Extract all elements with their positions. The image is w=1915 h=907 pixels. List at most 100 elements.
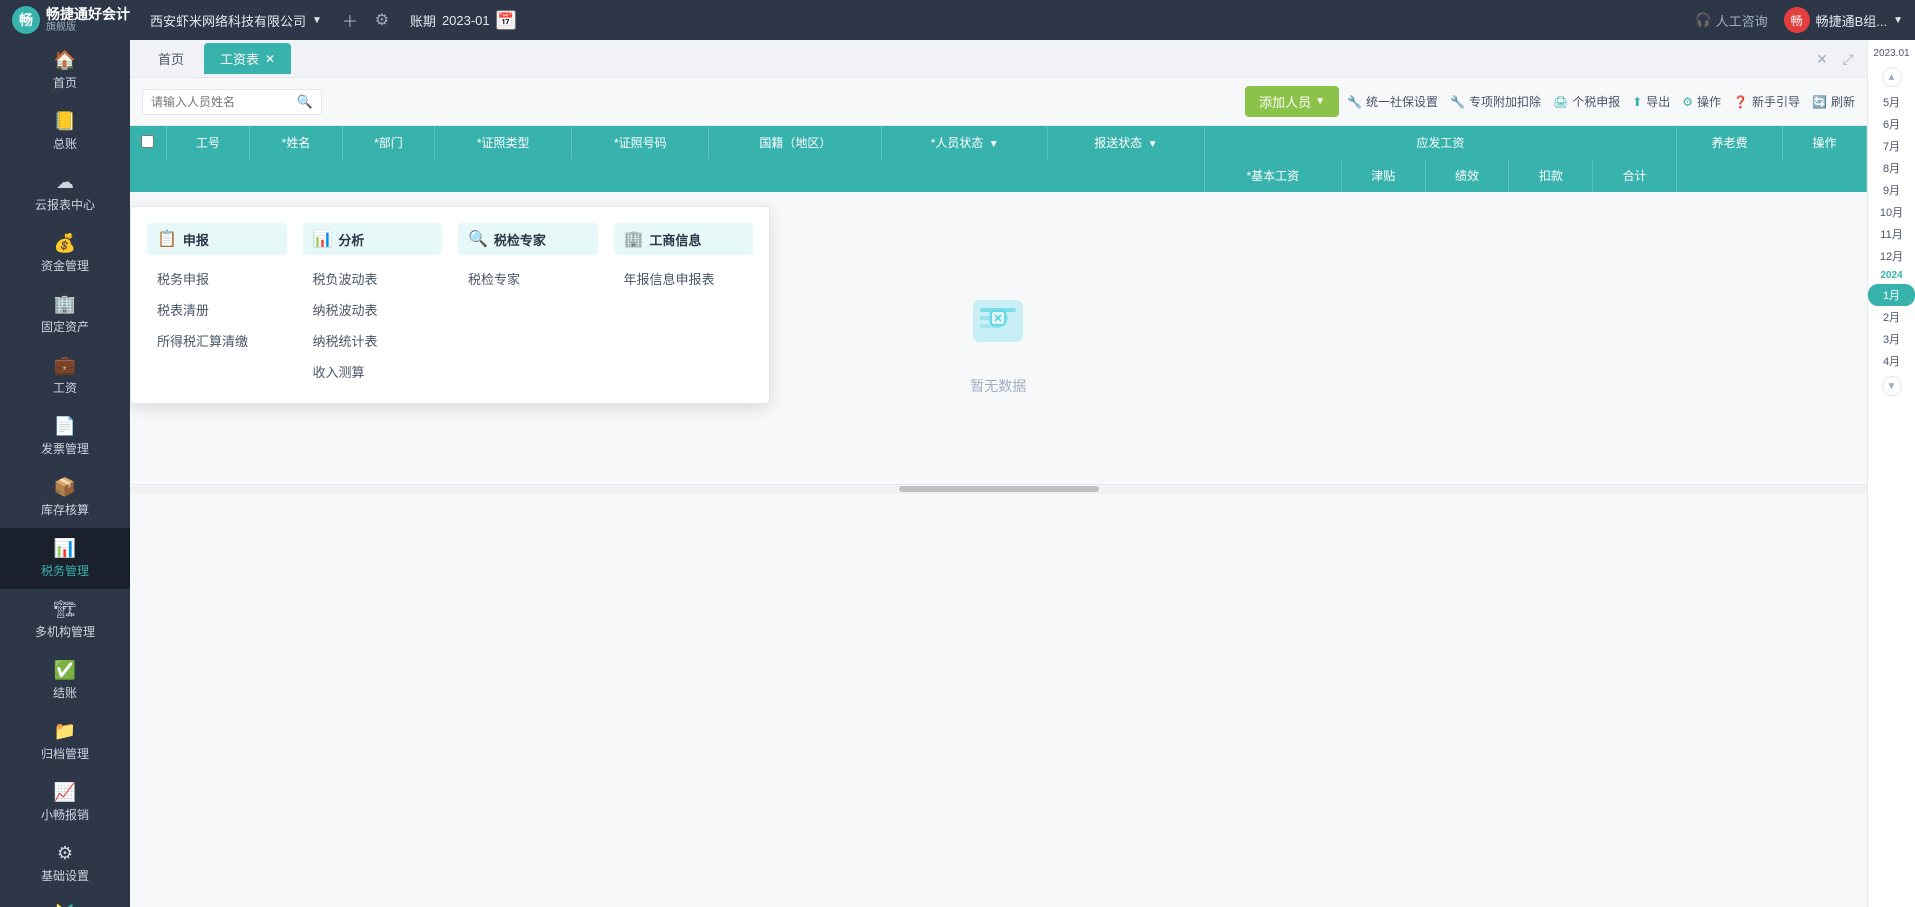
sidebar-item-label: 小畅报销 (41, 806, 89, 823)
th-report-status: 报送状态 ▼ (1047, 126, 1204, 159)
export-icon: ⬆ (1632, 95, 1642, 109)
toolbar-special-deduction-button[interactable]: 🔧 专项附加扣除 (1450, 93, 1541, 110)
chevron-down-icon: ▼ (312, 15, 322, 26)
tab-home[interactable]: 首页 (142, 43, 200, 74)
sidebar-item-tax[interactable]: 📊 税务管理 (0, 528, 130, 589)
th-checkbox[interactable] (130, 126, 166, 159)
calendar-icon[interactable]: 📅 (496, 10, 516, 30)
help-button[interactable]: 🎧 人工咨询 (1695, 11, 1767, 30)
tab-close-icon[interactable]: ✕ (265, 52, 275, 66)
guide-icon: ❓ (1733, 95, 1748, 109)
timeline-month-2024-4月[interactable]: 4月 (1868, 350, 1915, 372)
sidebar-item-report[interactable]: 📈 小畅报销 (0, 772, 130, 833)
tax-menu-item-tax-burden[interactable]: 税负波动表 (303, 263, 443, 294)
tax-menu-popup: 📋 申报 税务申报税表清册所得税汇算清缴 📊 分析 税负波动表纳税波动表纳税统计… (130, 206, 770, 404)
expand-button[interactable]: ⤢ (1837, 48, 1859, 70)
tax-menu-item-expert[interactable]: 税检专家 (458, 263, 598, 294)
period-display: 账期 2023-01 📅 (410, 10, 516, 30)
sidebar: 🏠 首页📒 总账☁ 云报表中心💰 资金管理🏢 固定资产💼 工资📄 发票管理📦 库… (0, 40, 130, 907)
timeline-month-2023-5月[interactable]: 5月 (1868, 91, 1915, 113)
timeline-month-2023-6月[interactable]: 6月 (1868, 113, 1915, 135)
tabs-bar: 首页 工资表✕ (130, 40, 1867, 78)
sidebar-item-fund[interactable]: 💰 资金管理 (0, 223, 130, 284)
sidebar-item-settle[interactable]: ✅ 结账 (0, 650, 130, 711)
invoice-icon: 📄 (54, 416, 76, 437)
inventory-icon: 📦 (54, 477, 76, 498)
tax-menu-item-tax-stats[interactable]: 纳税统计表 (303, 325, 443, 356)
th-status: *人员状态 ▼ (882, 126, 1048, 159)
special-deduction-icon: 🔧 (1450, 95, 1465, 109)
close-button[interactable]: ✕ (1811, 48, 1833, 70)
timeline-month-2024-3月[interactable]: 3月 (1868, 328, 1915, 350)
sidebar-item-label: 结账 (53, 684, 77, 701)
basic-icon: ⚙ (57, 843, 73, 864)
tab-label: 首页 (158, 49, 184, 68)
tab-salary-table[interactable]: 工资表✕ (204, 43, 291, 74)
sidebar-item-guide[interactable]: 🔰 新手引导 (0, 894, 130, 907)
sidebar-item-archive[interactable]: 📁 归档管理 (0, 711, 130, 772)
avatar: 畅 (1784, 7, 1810, 33)
sidebar-item-multi[interactable]: 🏗 多机构管理 (0, 589, 130, 650)
help-label: 人工咨询 (1716, 11, 1768, 30)
toolbar-operation-button[interactable]: ⚙ 操作 (1682, 93, 1721, 110)
sidebar-item-asset[interactable]: 🏢 固定资产 (0, 284, 130, 345)
timeline-month-2023-9月[interactable]: 9月 (1868, 179, 1915, 201)
sidebar-item-salary[interactable]: 💼 工资 (0, 345, 130, 406)
fund-icon: 💰 (54, 233, 76, 254)
timeline-month-2024-1月[interactable]: 1月 (1868, 284, 1915, 306)
sidebar-item-label: 资金管理 (41, 257, 89, 274)
cloud-icon: ☁ (56, 172, 74, 193)
toolbar-personal-tax-button[interactable]: 🖨 个税申报 (1553, 93, 1620, 110)
tax-menu-item-tax-payment[interactable]: 纳税波动表 (303, 294, 443, 325)
add-company-button[interactable]: ＋ (338, 8, 362, 32)
timeline-month-2023-12月[interactable]: 12月 (1868, 245, 1915, 267)
sidebar-item-basic[interactable]: ⚙ 基础设置 (0, 833, 130, 894)
timeline-nav-down-button[interactable]: ▼ (1882, 376, 1902, 396)
app-logo: 畅 畅捷通好会计 旗舰版 (12, 6, 142, 35)
home-icon: 🏠 (54, 50, 76, 71)
social-security-icon: 🔧 (1347, 95, 1362, 109)
filter-icon[interactable]: ▼ (989, 139, 999, 150)
timeline-month-2024-2月[interactable]: 2月 (1868, 306, 1915, 328)
toolbar-refresh-button[interactable]: 🔄 刷新 (1812, 93, 1855, 110)
timeline-nav-up-button[interactable]: ▲ (1882, 67, 1902, 87)
tax-menu-item-annual-report[interactable]: 年报信息申报表 (614, 263, 754, 294)
tax-menu-item-income-estimate[interactable]: 收入测算 (303, 356, 443, 387)
timeline-month-2023-11月[interactable]: 11月 (1868, 223, 1915, 245)
add-person-label: 添加人员 (1259, 92, 1311, 111)
settings-icon[interactable]: ⚙ (370, 8, 394, 32)
tax-section-title-declaration: 📋 申报 (147, 223, 287, 255)
tax-menu-item-income-clear[interactable]: 所得税汇算清缴 (147, 325, 287, 356)
tax-menu-item-tax-form[interactable]: 税表清册 (147, 294, 287, 325)
timeline-month-2023-10月[interactable]: 10月 (1868, 201, 1915, 223)
sidebar-item-label: 归档管理 (41, 745, 89, 762)
company-selector[interactable]: 西安虾米网络科技有限公司 ▼ (142, 7, 330, 34)
user-menu[interactable]: 畅 畅捷通B组... ▼ (1784, 7, 1903, 33)
search-input[interactable] (151, 95, 291, 109)
search-input-wrapper[interactable]: 🔍 (142, 89, 322, 115)
sidebar-item-invoice[interactable]: 📄 发票管理 (0, 406, 130, 467)
toolbar-guide-button[interactable]: ❓ 新手引导 (1733, 93, 1800, 110)
period-label: 账期 (410, 11, 436, 30)
sidebar-item-ledger[interactable]: 📒 总账 (0, 101, 130, 162)
sidebar-item-home[interactable]: 🏠 首页 (0, 40, 130, 101)
timeline-month-2023-7月[interactable]: 7月 (1868, 135, 1915, 157)
table-subheader-row: *基本工资 津贴 绩效 扣款 合计 (130, 159, 1867, 192)
tax-menu-item-tax-declaration[interactable]: 税务申报 (147, 263, 287, 294)
toolbar-export-button[interactable]: ⬆ 导出 (1632, 93, 1670, 110)
add-person-button[interactable]: 添加人员 ▼ (1245, 86, 1339, 117)
toolbar-action-label: 个税申报 (1572, 93, 1620, 110)
asset-icon: 🏢 (54, 294, 76, 315)
toolbar-action-label: 导出 (1646, 93, 1670, 110)
sidebar-item-cloud[interactable]: ☁ 云报表中心 (0, 162, 130, 223)
sidebar-item-inventory[interactable]: 📦 库存核算 (0, 467, 130, 528)
toolbar-actions: 🔧 统一社保设置 🔧 专项附加扣除 🖨 个税申报 ⬆ 导出 ⚙ 操作 ❓ 新手引导 🔄 刷新 (1347, 93, 1855, 110)
th-number: 工号 (166, 126, 250, 159)
filter-icon[interactable]: ▼ (1148, 139, 1158, 150)
th-performance: 绩效 (1425, 159, 1509, 192)
select-all-checkbox[interactable] (141, 135, 154, 148)
toolbar-social-security-button[interactable]: 🔧 统一社保设置 (1347, 93, 1438, 110)
th-deduction: 扣款 (1509, 159, 1593, 192)
timeline-month-2023-8月[interactable]: 8月 (1868, 157, 1915, 179)
toolbar: 🔍 添加人员 ▼ 🔧 统一社保设置 🔧 专项附加扣除 🖨 个税申报 ⬆ 导出 ⚙ 操作 ❓… (130, 78, 1867, 126)
